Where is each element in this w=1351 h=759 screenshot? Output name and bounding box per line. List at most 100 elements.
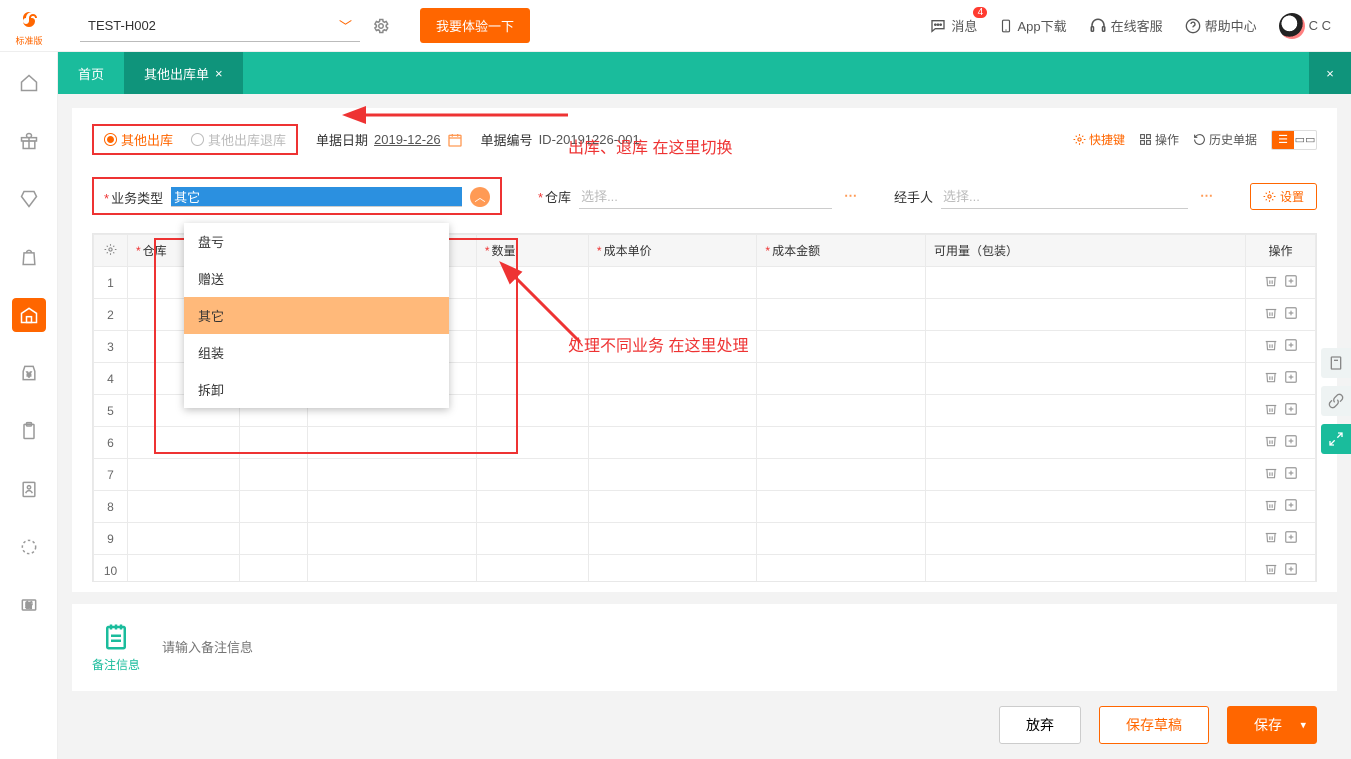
delete-row-icon[interactable] (1264, 338, 1278, 355)
delete-row-icon[interactable] (1264, 306, 1278, 323)
try-button[interactable]: 我要体验一下 (420, 8, 530, 43)
add-row-icon[interactable] (1284, 274, 1298, 291)
right-rail (1321, 348, 1351, 454)
delete-row-icon[interactable] (1264, 370, 1278, 387)
add-row-icon[interactable] (1284, 530, 1298, 547)
footer-actions: 放弃 保存草稿 保存 (72, 691, 1337, 759)
add-row-icon[interactable] (1284, 466, 1298, 483)
nav-circle[interactable] (12, 530, 46, 564)
add-row-icon[interactable] (1284, 434, 1298, 451)
nav-person[interactable] (12, 472, 46, 506)
close-all-tabs[interactable]: × (1309, 52, 1351, 94)
opt-chaixie[interactable]: 拆卸 (184, 371, 449, 408)
abandon-button[interactable]: 放弃 (999, 706, 1081, 744)
left-nav: ¥ 新 (0, 52, 58, 759)
opt-pankui[interactable]: 盘亏 (184, 223, 449, 260)
user-menu[interactable]: C C (1279, 13, 1331, 39)
save-button[interactable]: 保存 (1227, 706, 1317, 744)
help-center-button[interactable]: 帮助中心 (1185, 16, 1257, 35)
add-row-icon[interactable] (1284, 498, 1298, 515)
opt-zuzhuang[interactable]: 组装 (184, 334, 449, 371)
nav-diamond[interactable] (12, 182, 46, 216)
opt-qita[interactable]: 其它 (184, 297, 449, 334)
avatar-icon (1279, 13, 1305, 39)
nav-bag[interactable] (12, 240, 46, 274)
doc-date: 单据日期 2019-12-26 (316, 130, 463, 149)
settings-button[interactable]: 设置 (1250, 183, 1317, 210)
more-icon[interactable]: ⋯ (1200, 188, 1214, 204)
rail-note-icon[interactable] (1321, 348, 1351, 378)
chevron-down-icon: ﹀ (339, 16, 352, 35)
logo-label: 标准版 (15, 34, 42, 47)
rail-expand-icon[interactable] (1321, 424, 1351, 454)
view-toggle[interactable]: ☰ ▭▭ (1271, 130, 1317, 150)
settings-icon[interactable] (372, 17, 390, 35)
delete-row-icon[interactable] (1264, 434, 1278, 451)
nav-warehouse[interactable] (12, 298, 46, 332)
add-row-icon[interactable] (1284, 402, 1298, 419)
chevron-up-icon[interactable]: ︿ (470, 187, 490, 207)
save-draft-button[interactable]: 保存草稿 (1099, 706, 1209, 744)
tab-bar: 首页 其他出库单 × × (58, 52, 1351, 94)
delete-row-icon[interactable] (1264, 466, 1278, 483)
warehouse-field[interactable]: *仓库 选择... ⋯ (538, 183, 858, 209)
delete-row-icon[interactable] (1264, 530, 1278, 547)
view-card-icon[interactable]: ▭▭ (1294, 131, 1316, 149)
top-right-actions: 消息 4 App下载 在线客服 帮助中心 C C (929, 13, 1331, 39)
grid-icon (1139, 133, 1152, 146)
nav-home[interactable] (12, 66, 46, 100)
operations-button[interactable]: 操作 (1139, 131, 1179, 148)
nav-gift[interactable] (12, 124, 46, 158)
col-uprice: *成本单价 (588, 235, 757, 267)
remarks-icon: 备注信息 (92, 622, 140, 673)
nav-clipboard[interactable] (12, 414, 46, 448)
nav-money[interactable]: ¥ (12, 356, 46, 390)
headset-icon (1089, 17, 1107, 35)
add-row-icon[interactable] (1284, 370, 1298, 387)
close-tab-icon[interactable]: × (215, 66, 223, 81)
messages-badge: 4 (973, 7, 987, 18)
history-button[interactable]: 历史单据 (1193, 131, 1257, 148)
opt-zengsong[interactable]: 赠送 (184, 260, 449, 297)
more-icon[interactable]: ⋯ (844, 188, 858, 204)
customer-service-button[interactable]: 在线客服 (1089, 16, 1163, 35)
remarks-input[interactable] (162, 640, 1317, 655)
messages-button[interactable]: 消息 4 (929, 16, 977, 35)
delete-row-icon[interactable] (1264, 274, 1278, 291)
doc-no-value: ID-20191226-001 (539, 132, 640, 147)
gear-icon (104, 243, 117, 256)
table-row[interactable]: 7 (94, 459, 1316, 491)
logo[interactable]: 标准版 (0, 4, 58, 47)
add-row-icon[interactable] (1284, 338, 1298, 355)
rail-link-icon[interactable] (1321, 386, 1351, 416)
delete-row-icon[interactable] (1264, 562, 1278, 579)
add-row-icon[interactable] (1284, 562, 1298, 579)
svg-text:¥: ¥ (26, 370, 31, 379)
table-row[interactable]: 9 (94, 523, 1316, 555)
handler-field[interactable]: 经手人 选择... ⋯ (894, 183, 1214, 209)
radio-outbound[interactable]: 其他出库 (104, 130, 173, 149)
table-row[interactable]: 10 (94, 555, 1316, 583)
tab-other-outbound[interactable]: 其他出库单 × (124, 52, 243, 94)
col-qty: *数量 (476, 235, 588, 267)
tab-home[interactable]: 首页 (58, 52, 124, 94)
radio-return[interactable]: 其他出库退库 (191, 130, 286, 149)
table-row[interactable]: 8 (94, 491, 1316, 523)
org-select[interactable]: TEST-H002 ﹀ (80, 10, 360, 42)
delete-row-icon[interactable] (1264, 402, 1278, 419)
hotkey-button[interactable]: 快捷键 (1073, 131, 1125, 148)
delete-row-icon[interactable] (1264, 498, 1278, 515)
gear-icon (1263, 190, 1276, 203)
col-gear[interactable] (94, 235, 128, 267)
top-bar: 标准版 TEST-H002 ﹀ 我要体验一下 消息 4 App下载 在线客服 帮… (0, 0, 1351, 52)
calendar-icon[interactable] (447, 132, 463, 148)
business-type-field[interactable]: *业务类型 其它 ︿ 盘亏 赠送 其它 组装 拆卸 (92, 177, 502, 215)
message-icon (929, 18, 947, 34)
app-download-button[interactable]: App下载 (999, 16, 1066, 35)
nav-new[interactable]: 新 (12, 588, 46, 622)
add-row-icon[interactable] (1284, 306, 1298, 323)
phone-icon (999, 17, 1013, 35)
doc-date-value[interactable]: 2019-12-26 (374, 132, 441, 147)
view-list-icon[interactable]: ☰ (1272, 131, 1294, 149)
table-row[interactable]: 6 (94, 427, 1316, 459)
